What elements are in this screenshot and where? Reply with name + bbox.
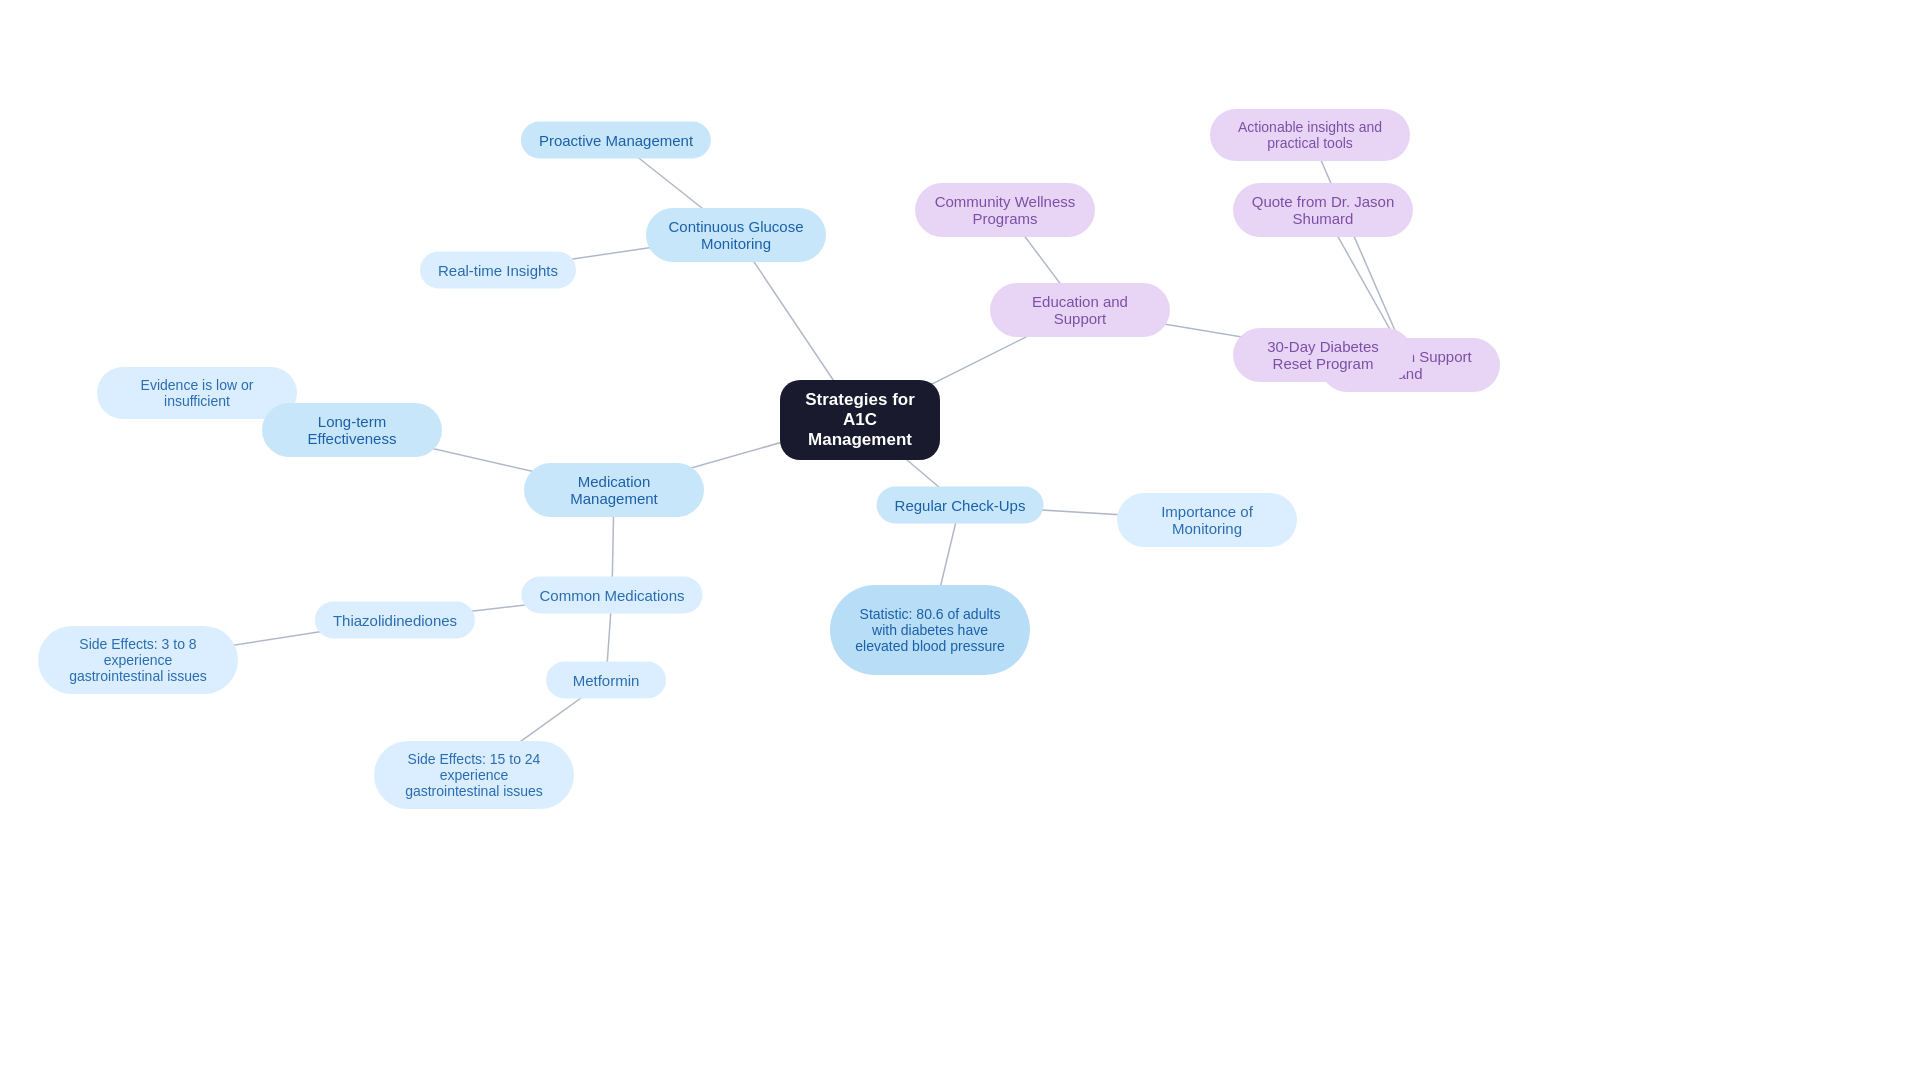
node-longterm[interactable]: Long-term Effectiveness: [262, 403, 442, 457]
node-actionable[interactable]: Actionable insights and practical tools: [1210, 109, 1410, 161]
node-realtime[interactable]: Real-time Insights: [420, 252, 576, 289]
node-thiazo[interactable]: Thiazolidinediones: [315, 602, 475, 639]
node-sideeffects1[interactable]: Side Effects: 3 to 8 experience gastroin…: [38, 626, 238, 694]
node-medmgmt[interactable]: Medication Management: [524, 463, 704, 517]
node-quote[interactable]: Quote from Dr. Jason Shumard: [1233, 183, 1413, 237]
node-community[interactable]: Community Wellness Programs: [915, 183, 1095, 237]
node-sideeffects2[interactable]: Side Effects: 15 to 24 experience gastro…: [374, 741, 574, 809]
node-thirtyday[interactable]: 30-Day Diabetes Reset Program: [1233, 328, 1413, 382]
node-metformin[interactable]: Metformin: [546, 662, 666, 699]
node-edusupp[interactable]: Education and Support: [990, 283, 1170, 337]
node-evidence[interactable]: Evidence is low or insufficient: [97, 367, 297, 419]
node-cgm[interactable]: Continuous Glucose Monitoring: [646, 208, 826, 262]
connection-lines: [0, 0, 1920, 1083]
node-proactive[interactable]: Proactive Management: [521, 122, 711, 159]
node-commonmeds[interactable]: Common Medications: [521, 577, 702, 614]
node-checkups[interactable]: Regular Check-Ups: [877, 487, 1044, 524]
node-importance[interactable]: Importance of Monitoring: [1117, 493, 1297, 547]
mindmap-container: Strategies for A1C Management Proactive M…: [0, 0, 1920, 1083]
node-statistic[interactable]: Statistic: 80.6 of adults with diabetes …: [830, 585, 1030, 675]
center-node[interactable]: Strategies for A1C Management: [780, 380, 940, 460]
